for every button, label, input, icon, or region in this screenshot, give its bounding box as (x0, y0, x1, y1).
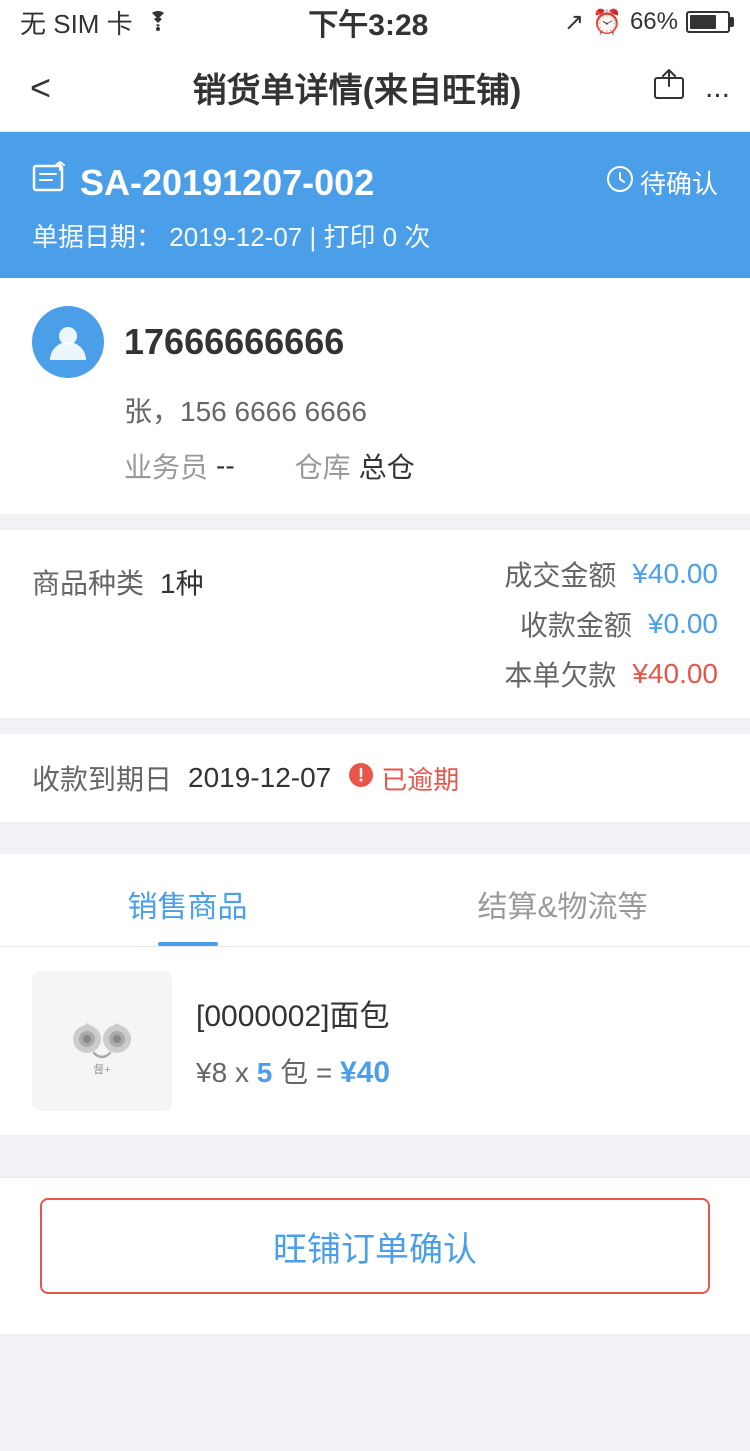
status-text: 待确认 (640, 164, 718, 201)
confirm-order-button[interactable]: 旺铺订单确认 (40, 1198, 710, 1294)
product-info: [0000002]面包 ¥8 x 5 包 = ¥40 (196, 991, 718, 1091)
status-bar-time: 下午3:28 (308, 0, 428, 44)
customer-info-card: 17666666666 张，156 6666 6666 业务员 -- 仓库 总仓 (0, 278, 750, 514)
wifi-icon (143, 7, 173, 38)
tab-sales-goods[interactable]: 销售商品 (0, 854, 375, 946)
status-bar-left: 无 SIM 卡 (20, 4, 173, 41)
order-date: 单据日期： 2019-12-07 | 打印 0 次 (32, 217, 718, 254)
category-value: 1种 (160, 562, 204, 602)
unit-price: ¥8 (196, 1057, 227, 1088)
summary-card: 商品种类 1种 成交金额 ¥40.00 收款金额 ¥0.00 本单欠款 ¥40.… (0, 530, 750, 718)
divider (0, 838, 750, 854)
summary-right: 成交金额 ¥40.00 收款金额 ¥0.00 本单欠款 ¥40.00 (504, 554, 718, 694)
order-header-card: SA-20191207-002 待确认 单据日期： 2019-12-07 | 打… (0, 132, 750, 278)
warehouse-value: 总仓 (359, 446, 415, 486)
bottom-bar: 旺铺订单确认 (0, 1177, 750, 1334)
transaction-label: 成交金额 (504, 554, 616, 594)
category-label: 商品种类 (32, 562, 144, 602)
received-label: 收款金额 (520, 604, 632, 644)
overdue-text: 已逾期 (381, 760, 459, 797)
warning-icon (347, 761, 375, 796)
owed-value: ¥40.00 (632, 658, 718, 690)
transaction-row: 成交金额 ¥40.00 (504, 554, 718, 594)
carrier-label: 无 SIM 卡 (20, 4, 133, 41)
due-label: 收款到期日 (32, 758, 172, 798)
order-id-row: SA-20191207-002 待确认 (32, 160, 718, 205)
order-id: SA-20191207-002 (32, 160, 374, 205)
salesman-label: 业务员 (124, 446, 208, 486)
avatar (32, 306, 104, 378)
status-bar: 无 SIM 卡 下午3:28 ↗ ⏰ 66% (0, 0, 750, 44)
quantity: 5 (257, 1057, 273, 1088)
customer-phone: 17666666666 (124, 321, 344, 363)
product-total: ¥40 (340, 1056, 390, 1089)
product-name: [0000002]面包 (196, 991, 718, 1035)
customer-row: 17666666666 (32, 306, 718, 378)
due-date-card: 收款到期日 2019-12-07 已逾期 (0, 734, 750, 822)
back-button[interactable]: < (20, 57, 61, 119)
received-row: 收款金额 ¥0.00 (520, 604, 718, 644)
owed-label: 本单欠款 (504, 654, 616, 694)
warehouse-item: 仓库 总仓 (295, 446, 415, 486)
tab-settlement[interactable]: 结算&物流等 (375, 854, 750, 946)
location-icon: ↗ (564, 8, 584, 37)
salesman-value: -- (216, 450, 235, 482)
more-button[interactable]: ... (705, 71, 730, 105)
share-button[interactable] (653, 68, 685, 108)
owed-row: 本单欠款 ¥40.00 (504, 654, 718, 694)
customer-detail: 张，156 6666 6666 (124, 390, 718, 430)
due-date-value: 2019-12-07 (188, 762, 331, 794)
page-title: 销货单详情(来自旺铺) (193, 63, 522, 112)
battery-label: 66% (630, 8, 678, 36)
order-status: 待确认 (606, 164, 718, 201)
battery-icon (686, 11, 730, 33)
received-value: ¥0.00 (648, 608, 718, 640)
svg-text:督+: 督+ (93, 1062, 110, 1076)
alarm-icon: ⏰ (592, 8, 622, 37)
order-id-text: SA-20191207-002 (80, 162, 374, 204)
order-icon (32, 160, 68, 205)
customer-meta: 业务员 -- 仓库 总仓 (124, 446, 718, 486)
overdue-badge: 已逾期 (347, 760, 459, 797)
nav-actions: ... (653, 68, 730, 108)
salesman-item: 业务员 -- (124, 446, 235, 486)
clock-icon (606, 165, 634, 200)
warehouse-label: 仓库 (295, 446, 351, 486)
status-bar-right: ↗ ⏰ 66% (564, 8, 730, 37)
product-card: 督+ [0000002]面包 ¥8 x 5 包 = ¥40 (0, 947, 750, 1135)
product-price-row: ¥8 x 5 包 = ¥40 (196, 1051, 718, 1091)
summary-left: 商品种类 1种 (32, 554, 204, 602)
unit: 包 (280, 1057, 308, 1088)
transaction-value: ¥40.00 (632, 558, 718, 590)
nav-bar: < 销货单详情(来自旺铺) ... (0, 44, 750, 132)
product-image: 督+ (32, 971, 172, 1111)
tabs-container: 销售商品 结算&物流等 (0, 854, 750, 947)
